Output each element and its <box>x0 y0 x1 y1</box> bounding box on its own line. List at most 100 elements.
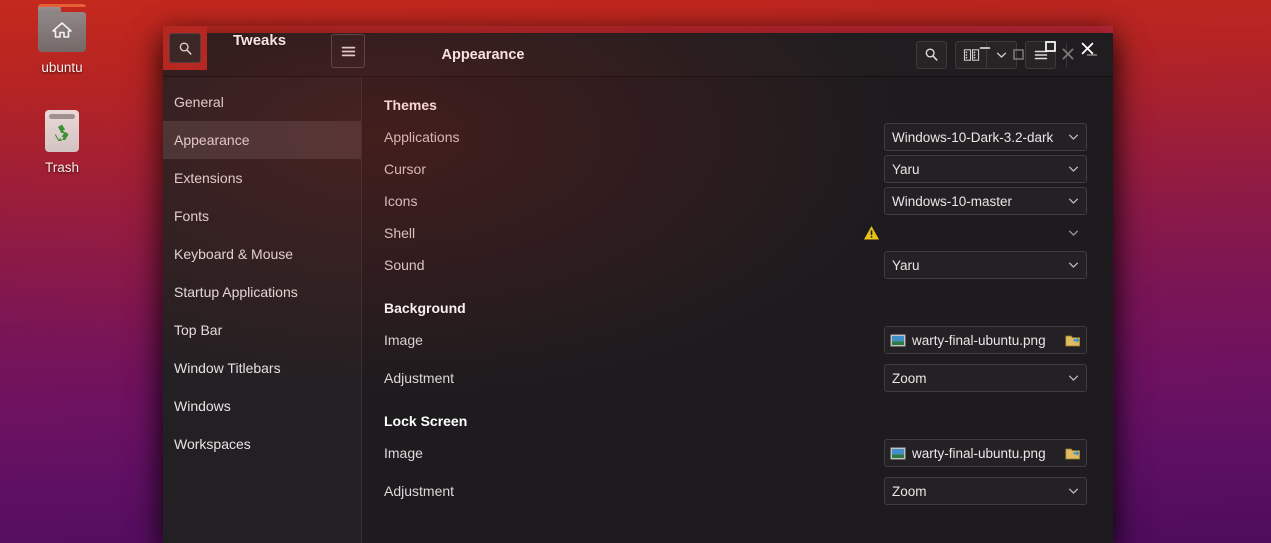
sidebar-item-extensions[interactable]: Extensions <box>163 159 361 197</box>
combobox-value: Windows-10-Dark-3.2-dark <box>892 129 1054 145</box>
combobox-value: Yaru <box>892 257 920 273</box>
tweaks-menu-button[interactable] <box>1025 40 1056 69</box>
shell-theme-combobox[interactable] <box>884 219 1087 247</box>
setting-row-shell: Shell <box>384 217 1087 249</box>
desktop-icon-ubuntu[interactable]: ubuntu <box>14 4 110 76</box>
setting-label: Applications <box>384 129 460 145</box>
group-heading-background: Background <box>384 300 466 316</box>
chevron-down-icon <box>1068 375 1079 381</box>
setting-label: Shell <box>384 225 416 241</box>
setting-row-background-image: Image warty-final-ubuntu.png <box>384 324 1087 356</box>
tweaks-window[interactable]: Appearance General Appearance Extensions… <box>163 33 1113 543</box>
lockscreen-adjustment-combobox[interactable]: Zoom <box>884 477 1087 505</box>
setting-row-lockscreen-adjustment: Adjustment Zoom <box>384 475 1087 507</box>
tweaks-view-button[interactable] <box>955 40 986 69</box>
tweaks-header-bar: Appearance <box>163 33 1113 77</box>
image-file-icon <box>890 333 906 347</box>
chevron-down-icon <box>1068 262 1079 268</box>
sidebar-item-keyboard-and-mouse[interactable]: Keyboard & Mouse <box>163 235 361 273</box>
hamburger-menu-icon <box>1034 50 1047 59</box>
minimize-icon <box>1086 53 1098 56</box>
sidebar-item-label: Windows <box>174 398 231 414</box>
tweaks-body: General Appearance Extensions Fonts Keyb… <box>163 77 1113 543</box>
setting-row-icons: Icons Windows-10-master <box>384 185 1087 217</box>
setting-label: Image <box>384 445 423 461</box>
sidebar-item-appearance[interactable]: Appearance <box>163 121 361 159</box>
chevron-down-icon <box>996 52 1007 58</box>
desktop-icon-label: ubuntu <box>41 60 83 75</box>
warning-triangle-icon <box>863 226 879 240</box>
setting-label: Image <box>384 332 423 348</box>
header-separator <box>1066 42 1067 67</box>
setting-row-lockscreen-image: Image warty-final-ubuntu.png <box>384 437 1087 469</box>
combobox-value: Zoom <box>892 483 927 499</box>
icons-theme-combobox[interactable]: Windows-10-master <box>884 187 1087 215</box>
desktop-background: ubuntu Trash Appearance General Appearan… <box>0 0 1271 543</box>
view-list-icon <box>963 48 979 61</box>
combobox-value: Windows-10-master <box>892 193 1013 209</box>
setting-row-sound: Sound Yaru <box>384 249 1087 281</box>
tweaks-header-right <box>916 33 1107 76</box>
combobox-value: Yaru <box>892 161 920 177</box>
sidebar-item-window-titlebars[interactable]: Window Titlebars <box>163 349 361 387</box>
sidebar: General Appearance Extensions Fonts Keyb… <box>163 77 362 543</box>
desktop-icon-trash[interactable]: Trash <box>14 106 110 176</box>
tweaks-minimize-button[interactable] <box>1077 40 1107 70</box>
sidebar-item-general[interactable]: General <box>163 83 361 121</box>
search-icon <box>925 48 938 61</box>
sidebar-item-label: Window Titlebars <box>174 360 281 376</box>
sidebar-item-label: Workspaces <box>174 436 251 452</box>
chevron-down-icon <box>1068 198 1079 204</box>
setting-row-applications: Applications Windows-10-Dark-3.2-dark <box>384 121 1087 153</box>
desktop-icon-label: Trash <box>44 160 79 175</box>
combobox-value: Zoom <box>892 370 927 386</box>
sound-theme-combobox[interactable]: Yaru <box>884 251 1087 279</box>
sidebar-item-workspaces[interactable]: Workspaces <box>163 425 361 463</box>
file-name-label: warty-final-ubuntu.png <box>912 445 1046 461</box>
setting-label: Cursor <box>384 161 427 177</box>
applications-theme-combobox[interactable]: Windows-10-Dark-3.2-dark <box>884 123 1087 151</box>
image-file-icon <box>890 446 906 460</box>
sidebar-item-label: Appearance <box>174 132 250 148</box>
sidebar-item-label: Keyboard & Mouse <box>174 246 294 262</box>
sidebar-item-label: Startup Applications <box>174 284 298 300</box>
warning-slot <box>858 225 884 241</box>
chevron-down-icon <box>1068 230 1079 236</box>
setting-label: Sound <box>384 257 425 273</box>
sidebar-item-label: Extensions <box>174 170 243 186</box>
recycle-glyph-icon <box>55 124 69 141</box>
setting-label: Adjustment <box>384 370 455 386</box>
cursor-theme-combobox[interactable]: Yaru <box>884 155 1087 183</box>
chevron-down-icon <box>1068 134 1079 140</box>
background-adjustment-combobox[interactable]: Zoom <box>884 364 1087 392</box>
setting-label: Adjustment <box>384 483 455 499</box>
sidebar-item-label: Fonts <box>174 208 210 224</box>
tweaks-window-controls <box>1077 40 1107 70</box>
chevron-down-icon <box>1068 488 1079 494</box>
open-folder-icon <box>1065 448 1080 459</box>
file-name-label: warty-final-ubuntu.png <box>912 332 1046 348</box>
sidebar-item-startup-applications[interactable]: Startup Applications <box>163 273 361 311</box>
setting-label: Icons <box>384 193 418 209</box>
sidebar-item-fonts[interactable]: Fonts <box>163 197 361 235</box>
background-image-file-button[interactable]: warty-final-ubuntu.png <box>884 326 1087 354</box>
sidebar-item-windows[interactable]: Windows <box>163 387 361 425</box>
lockscreen-image-file-button[interactable]: warty-final-ubuntu.png <box>884 439 1087 467</box>
chevron-down-icon <box>1068 166 1079 172</box>
group-heading-lock-screen: Lock Screen <box>384 413 468 429</box>
group-heading-themes: Themes <box>384 97 437 113</box>
home-folder-icon <box>38 4 86 54</box>
house-glyph-icon <box>52 22 72 38</box>
sidebar-item-label: General <box>174 94 224 110</box>
settings-content: Themes Applications Windows-10-Dark-3.2-… <box>362 77 1113 543</box>
tweaks-search-button[interactable] <box>916 40 947 69</box>
open-folder-icon <box>1065 335 1080 346</box>
sidebar-item-top-bar[interactable]: Top Bar <box>163 311 361 349</box>
sidebar-item-label: Top Bar <box>174 322 223 338</box>
tweaks-view-dropdown-button[interactable] <box>986 40 1017 69</box>
setting-row-cursor: Cursor Yaru <box>384 153 1087 185</box>
trash-icon <box>38 106 86 154</box>
setting-row-background-adjustment: Adjustment Zoom <box>384 362 1087 394</box>
tweaks-app-title-overlay: Tweaks <box>233 32 287 49</box>
tweaks-view-group <box>955 40 1017 69</box>
